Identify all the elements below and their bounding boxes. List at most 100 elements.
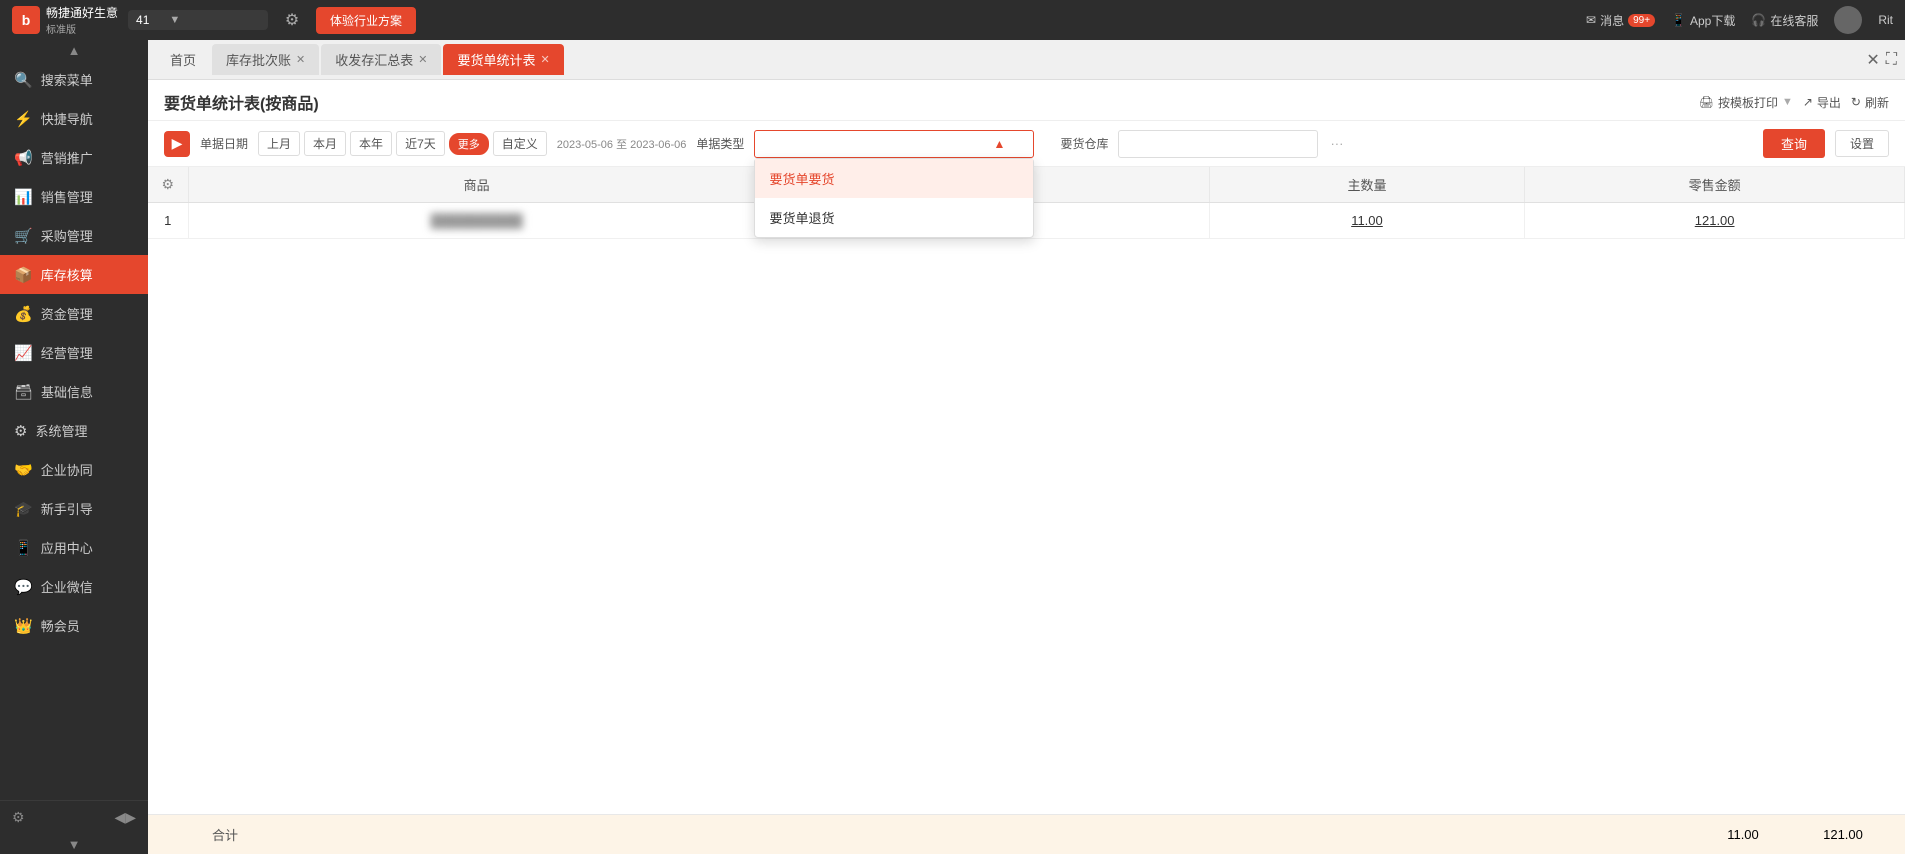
sidebar-item-快捷导航[interactable]: ⚡ 快捷导航 [0, 99, 148, 138]
this-year-btn[interactable]: 本年 [350, 131, 392, 156]
content-area: 首页库存批次账✕收发存汇总表✕要货单统计表✕ ✕ ⛶ 要货单统计表(按商品) 🖨… [148, 40, 1905, 854]
warehouse-filter-input[interactable] [1118, 130, 1318, 158]
dropdown-option-2[interactable]: 要货单退货 [755, 198, 1033, 237]
table-footer: 合计 11.00 121.00 [148, 814, 1905, 854]
trial-button[interactable]: 体验行业方案 [316, 7, 416, 34]
topbar-gear-button[interactable]: ⚙ [278, 6, 306, 34]
top-bar-left: b 畅捷通好生意 标准版 41 ▼ ⚙ 体验行业方案 [12, 4, 416, 36]
sidebar-item-营销推广[interactable]: 📢营销推广 [0, 138, 148, 177]
close-tab-button[interactable]: ✕ [1866, 50, 1879, 70]
expand-tab-button[interactable]: ⛶ [1886, 51, 1897, 69]
tab-label: 库存批次账 [226, 50, 291, 69]
sidebar-item-label: 企业微信 [41, 577, 93, 596]
sidebar-item-label: 基础信息 [41, 382, 93, 401]
user-avatar[interactable] [1834, 6, 1862, 34]
sidebar-item-销售管理[interactable]: 📊销售管理 [0, 177, 148, 216]
sidebar-item-label: 新手引导 [41, 499, 93, 518]
logo-icon: b [12, 6, 40, 34]
sidebar-icon: 📢 [14, 149, 33, 167]
sidebar-item-搜索菜单[interactable]: 🔍搜索菜单 [0, 60, 148, 99]
logo-text: 畅捷通好生意 标准版 [46, 4, 118, 36]
sidebar-items: 🔍搜索菜单 ⚡ 快捷导航 📢营销推广📊销售管理🛒采购管理 📦 库存核算 💰资金管理📈经营管理… [0, 60, 148, 645]
top-bar-right: ✉ 消息 99+ 📱 App下载 🎧 在线客服 Rit [1586, 6, 1893, 34]
sidebar-item-label: 畅会员 [41, 616, 80, 635]
more-date-btn[interactable]: 更多 [449, 133, 489, 155]
type-filter-input[interactable]: ▲ [754, 130, 1034, 158]
filter-expand-button[interactable]: ▶ [164, 131, 190, 157]
app-download-button[interactable]: 📱 App下载 [1671, 12, 1735, 29]
row-product: ██████████ [188, 203, 765, 239]
table-area: ⚙ 商品 主计量单位 主数量 零售金额 1 ██████████ 块 11.00… [148, 167, 1905, 814]
sidebar-item-应用中心[interactable]: 📱应用中心 [0, 528, 148, 567]
settings-footer-button[interactable]: ⚙ [12, 809, 25, 826]
sidebar-item-label: 销售管理 [41, 187, 93, 206]
sidebar-item-label: 应用中心 [41, 538, 93, 557]
sidebar-icon: 📦 [14, 266, 33, 284]
sidebar-item-畅会员[interactable]: 👑畅会员 [0, 606, 148, 645]
tab-close-icon[interactable]: ✕ [296, 53, 305, 66]
tab-bar: 首页库存批次账✕收发存汇总表✕要货单统计表✕ ✕ ⛶ [148, 40, 1905, 80]
sidebar-item-新手引导[interactable]: 🎓 新手引导 [0, 489, 148, 528]
online-service-button[interactable]: 🎧 在线客服 [1751, 12, 1818, 29]
query-button[interactable]: 查询 [1763, 129, 1825, 158]
tab-selector[interactable]: 41 ▼ [128, 10, 268, 30]
column-product-header: 商品 [188, 167, 765, 203]
sidebar-item-经营管理[interactable]: 📈经营管理 [0, 333, 148, 372]
sidebar-scroll-down[interactable]: ▼ [0, 834, 148, 854]
sidebar-icon: 🤝 [14, 461, 33, 479]
export-button[interactable]: ↗ 导出 [1803, 94, 1841, 111]
row-quantity[interactable]: 11.00 [1209, 203, 1525, 239]
tab-label: 要货单统计表 [457, 50, 535, 69]
message-button[interactable]: ✉ 消息 99+ [1586, 12, 1655, 29]
sidebar-item-企业协同[interactable]: 🤝 企业协同 [0, 450, 148, 489]
sidebar-item-企业微信[interactable]: 💬 企业微信 [0, 567, 148, 606]
sidebar-item-label: 快捷导航 [41, 109, 93, 128]
sidebar-item-基础信息[interactable]: 🗃 基础信息 [0, 372, 148, 411]
sidebar-icon: 🗃 [14, 383, 33, 401]
page-title: 要货单统计表(按商品) [164, 90, 319, 114]
print-icon: 🖨 [1699, 95, 1714, 109]
sidebar-icon: ⚡ [14, 110, 33, 128]
sidebar-icon: 🎓 [14, 500, 33, 518]
page-header: 要货单统计表(按商品) 🖨 按模板打印 ▼ ↗ 导出 ↻ 刷新 [148, 80, 1905, 121]
last-7days-btn[interactable]: 近7天 [396, 131, 445, 156]
tab-bar-actions: ✕ ⛶ [1866, 50, 1897, 70]
date-filter-label: 单据日期 [200, 135, 248, 152]
filter-more-button[interactable]: ··· [1330, 136, 1343, 151]
custom-date-btn[interactable]: 自定义 [493, 131, 547, 156]
sidebar-item-系统管理[interactable]: ⚙系统管理 [0, 411, 148, 450]
sidebar-scroll-up[interactable]: ▲ [0, 40, 148, 60]
column-amount-header: 零售金额 [1525, 167, 1905, 203]
tabs-container: 首页库存批次账✕收发存汇总表✕要货单统计表✕ [156, 44, 564, 75]
tab-close-icon[interactable]: ✕ [418, 53, 427, 66]
type-filter-label: 单据类型 [696, 135, 744, 152]
tab-库存批次账[interactable]: 库存批次账 ✕ [212, 44, 319, 75]
date-range-display: 2023-05-06 至 2023-06-06 [557, 136, 687, 152]
print-template-button[interactable]: 🖨 按模板打印 ▼ [1699, 94, 1793, 111]
column-gear-icon[interactable]: ⚙ [161, 176, 174, 192]
sidebar-item-label: 库存核算 [41, 265, 93, 284]
dropdown-option-1[interactable]: 要货单要货 [755, 159, 1033, 198]
type-filter-select[interactable]: ▲ 要货单要货 要货单退货 [754, 130, 1034, 158]
sidebar-icon: ⚙ [14, 422, 27, 440]
tab-要货单统计表[interactable]: 要货单统计表 ✕ [443, 44, 563, 75]
sidebar-item-库存核算[interactable]: 📦 库存核算 [0, 255, 148, 294]
main-layout: ▲ 🔍搜索菜单 ⚡ 快捷导航 📢营销推广📊销售管理🛒采购管理 📦 库存核算 💰资金管理📈经营… [0, 40, 1905, 854]
sidebar-item-采购管理[interactable]: 🛒采购管理 [0, 216, 148, 255]
tab-label: 首页 [170, 50, 196, 69]
last-month-btn[interactable]: 上月 [258, 131, 300, 156]
refresh-button[interactable]: ↻ 刷新 [1851, 94, 1889, 111]
filter-settings-button[interactable]: 设置 [1835, 130, 1889, 157]
sidebar-item-资金管理[interactable]: 💰资金管理 [0, 294, 148, 333]
collapse-footer-button[interactable]: ◀▶ [114, 809, 136, 826]
tab-首页[interactable]: 首页 [156, 44, 210, 75]
row-amount[interactable]: 121.00 [1525, 203, 1905, 239]
this-month-btn[interactable]: 本月 [304, 131, 346, 156]
sidebar-icon: 💬 [14, 578, 33, 596]
tab-收发存汇总表[interactable]: 收发存汇总表✕ [321, 44, 441, 75]
column-settings-header[interactable]: ⚙ [148, 167, 188, 203]
tab-close-icon[interactable]: ✕ [541, 53, 550, 66]
sidebar-item-label: 企业协同 [41, 460, 93, 479]
refresh-icon: ↻ [1851, 95, 1861, 109]
sidebar-icon: 💰 [14, 305, 33, 323]
